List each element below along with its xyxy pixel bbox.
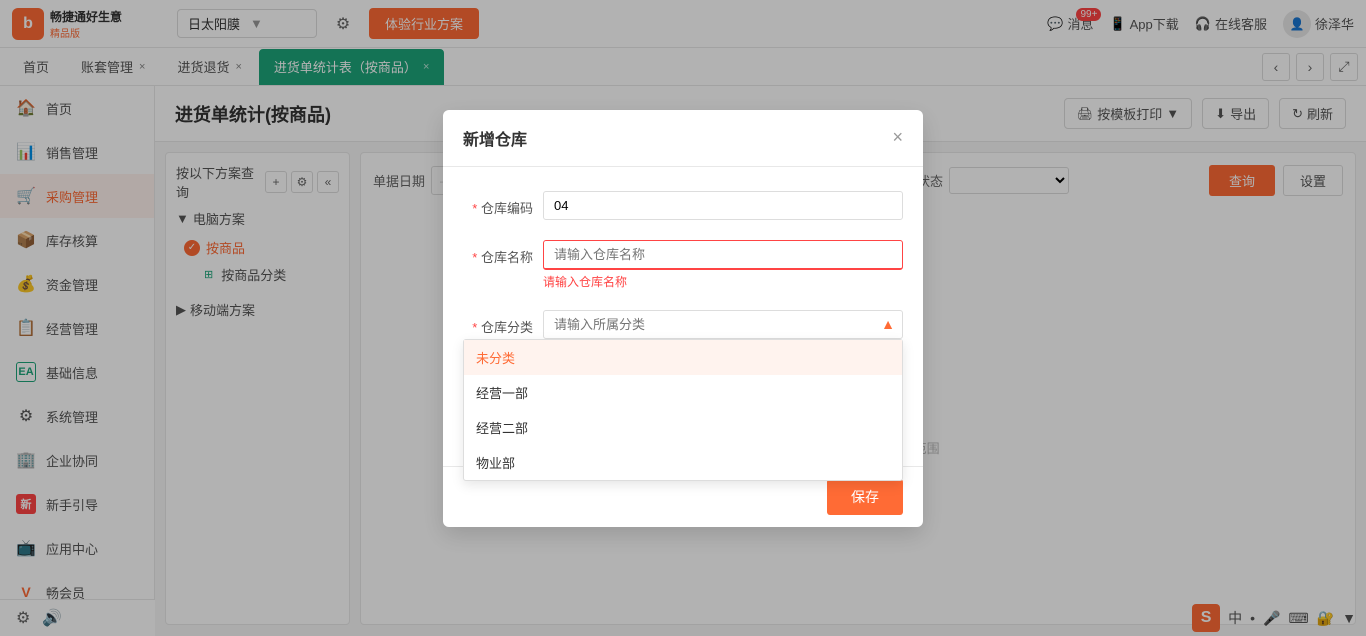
form-row-name: * 仓库名称 请输入仓库名称 bbox=[463, 240, 903, 290]
modal-title: 新增仓库 bbox=[463, 126, 527, 150]
modal-body: * 仓库编码 * 仓库名称 请输入仓库名称 bbox=[443, 167, 923, 466]
code-input[interactable] bbox=[543, 191, 903, 220]
category-dropdown: 未分类 经营一部 经营二部 物业部 bbox=[463, 339, 903, 481]
category-input[interactable] bbox=[543, 310, 903, 339]
name-error-message: 请输入仓库名称 bbox=[543, 273, 903, 290]
category-select-wrapper: ▲ bbox=[543, 310, 903, 339]
name-input[interactable] bbox=[543, 240, 903, 270]
name-label: * 仓库名称 bbox=[463, 240, 543, 266]
code-label: * 仓库编码 bbox=[463, 191, 543, 217]
new-warehouse-modal: 新增仓库 × * 仓库编码 * 仓库名称 bbox=[443, 110, 923, 527]
category-label: * 仓库分类 bbox=[463, 310, 543, 336]
dropdown-item-dept2[interactable]: 经营二部 bbox=[464, 410, 902, 445]
modal-close-button[interactable]: × bbox=[892, 127, 903, 148]
modal-header: 新增仓库 × bbox=[443, 110, 923, 167]
dropdown-item-none[interactable]: 未分类 bbox=[464, 340, 902, 375]
dropdown-item-dept1[interactable]: 经营一部 bbox=[464, 375, 902, 410]
modal-overlay[interactable]: 新增仓库 × * 仓库编码 * 仓库名称 bbox=[0, 0, 1366, 636]
form-row-category: * 仓库分类 ▲ 未分类 经营一部 经营二部 物业部 bbox=[463, 310, 903, 339]
save-button[interactable]: 保存 bbox=[827, 479, 903, 515]
form-row-code: * 仓库编码 bbox=[463, 191, 903, 220]
dropdown-item-property[interactable]: 物业部 bbox=[464, 445, 902, 480]
